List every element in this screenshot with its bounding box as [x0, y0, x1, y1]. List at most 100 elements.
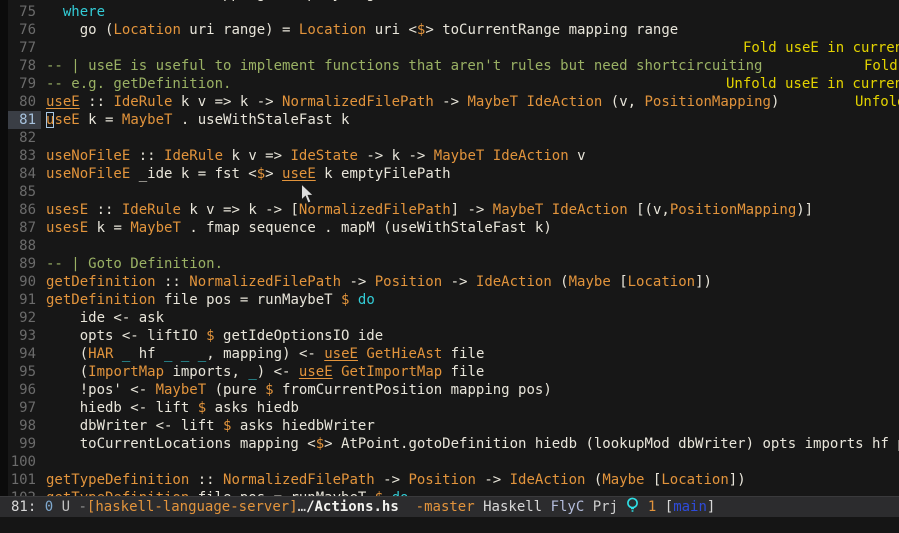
code-token: Maybe	[602, 472, 645, 488]
code-token: )	[770, 94, 780, 110]
code-token: (	[46, 346, 89, 362]
modeline-git-branch: -master	[415, 499, 475, 515]
code-token: PositionMapping	[669, 202, 797, 218]
code-line-76[interactable]: 76 go (Location uri range) = Location ur…	[0, 21, 899, 39]
code-token: $	[315, 436, 325, 452]
code-line-80[interactable]: 80 useE :: IdeRule k v => k -> Normalized…	[0, 93, 899, 111]
code-token: mapping = mapMaybe go	[198, 0, 383, 2]
symbol-link[interactable]: useE	[46, 94, 80, 110]
code-line-83[interactable]: 83 useNoFileE :: IdeRule k v => IdeState …	[0, 147, 899, 165]
code-token: MaybeT	[155, 382, 207, 398]
line-number: 91	[19, 292, 36, 308]
code-line-93[interactable]: 93 opts <- liftIO $ getIdeOptionsIO ide	[0, 327, 899, 345]
code-line-90[interactable]: 90 getDefinition :: NormalizedFilePath ->…	[0, 273, 899, 291]
line-number: 96	[19, 382, 36, 398]
code-line-75[interactable]: 75 where	[0, 3, 899, 21]
code-line-text: -- | useE is useful to implement functio…	[46, 57, 762, 75]
symbol-link[interactable]: useE	[299, 364, 333, 380]
code-line-100[interactable]: 100	[0, 453, 899, 471]
code-line-102[interactable]: 102 getTypeDefinition file pos = runMaybe…	[0, 489, 899, 496]
code-line-text: where	[46, 3, 105, 21]
code-token: _	[197, 346, 207, 362]
line-number: 102	[8, 489, 41, 496]
code-token: hiedb <- lift	[46, 400, 198, 416]
modeline-flycheck: FlyC	[550, 499, 585, 515]
code-line-text: (HAR _ hf _ _ _, mapping) <- useE GetHie…	[46, 345, 485, 363]
code-token: !pos' <-	[46, 382, 156, 398]
line-number: 85	[19, 184, 36, 200]
code-buffer[interactable]: 74toCurrentLocations mapping = mapMaybe …	[0, 0, 899, 496]
code-token: IdeRule	[121, 202, 181, 218]
line-number: 84	[19, 166, 36, 182]
code-line-97[interactable]: 97 hiedb <- lift $ asks hiedb	[0, 399, 899, 417]
modeline-filename: /Actions.hs	[306, 499, 399, 515]
code-lens-action[interactable]: Fold	[864, 57, 898, 75]
lightbulb-icon	[626, 497, 639, 515]
code-line-text: toCurrentLocations mapping <$> AtPoint.g…	[46, 435, 899, 453]
code-token: IdeAction	[492, 148, 569, 164]
modeline-prj: Prj	[592, 499, 619, 515]
code-line-81[interactable]: 81 useE k = MaybeT . useWithStaleFast k	[0, 111, 899, 129]
code-line-89[interactable]: 89 -- | Goto Definition.	[0, 255, 899, 273]
code-line-98[interactable]: 98 dbWriter <- lift $ asks hiedbWriter	[0, 417, 899, 435]
code-lens-action[interactable]: Unfold useE in current	[726, 75, 899, 93]
minibuffer[interactable]	[0, 517, 899, 533]
code-line-78[interactable]: 78 -- | useE is useful to implement funct…	[0, 57, 899, 75]
code-token: ::	[155, 274, 190, 290]
line-number: 80	[19, 94, 36, 110]
code-token: ide <- ask	[46, 310, 165, 326]
code-line-91[interactable]: 91 getDefinition file pos = runMaybeT $ d…	[0, 291, 899, 309]
code-line-84[interactable]: 84 useNoFileE _ide k = fst <$> useE k emp…	[0, 165, 899, 183]
code-line-text: getDefinition file pos = runMaybeT $ do	[46, 291, 375, 309]
code-line-85[interactable]: 85	[0, 183, 899, 201]
symbol-link[interactable]: useE	[324, 346, 358, 362]
emacs-editor-window: 74toCurrentLocations mapping = mapMaybe …	[0, 0, 899, 533]
code-token: -- | useE is useful to implement functio…	[46, 58, 763, 74]
modeline-text	[399, 499, 416, 515]
code-token: v	[568, 148, 586, 164]
code-token: , mapping) <-	[206, 346, 325, 362]
modeline-text: [	[664, 499, 674, 515]
code-line-101[interactable]: 101 getTypeDefinition :: NormalizedFilePa…	[0, 471, 899, 489]
code-line-95[interactable]: 95 (ImportMap imports, _) <- useE GetImp…	[0, 363, 899, 381]
code-token: NormalizedFilePath	[298, 202, 451, 218]
line-number: 88	[19, 238, 36, 254]
symbol-link[interactable]: useE	[282, 166, 316, 182]
code-token: dbWriter <- lift	[46, 418, 224, 434]
code-lens-action[interactable]: Unfold	[855, 93, 899, 111]
code-token: -- | Goto Definition.	[46, 256, 224, 272]
code-token: _	[248, 364, 257, 380]
line-number: 75	[19, 4, 36, 20]
code-line-87[interactable]: 87 usesE k = MaybeT . fmap sequence . map…	[0, 219, 899, 237]
modeline-workspace: main	[673, 499, 707, 515]
code-token: useNoFileE	[46, 148, 131, 164]
code-line-88[interactable]: 88	[0, 237, 899, 255]
code-token: $	[265, 382, 274, 398]
code-token: ])	[728, 472, 746, 488]
code-line-99[interactable]: 99 toCurrentLocations mapping <$> AtPoin…	[0, 435, 899, 453]
code-token: k emptyFilePath	[315, 166, 451, 182]
code-token: k v => k -> [	[180, 202, 299, 218]
code-token: ])	[695, 274, 712, 290]
code-line-text: -- | Goto Definition.	[46, 255, 223, 273]
modeline-text: ]	[706, 499, 716, 515]
code-token: IdeState	[290, 148, 358, 164]
code-line-96[interactable]: 96 !pos' <- MaybeT (pure $ fromCurrentPo…	[0, 381, 899, 399]
code-token: opts <- liftIO	[46, 328, 207, 344]
code-token: ->	[475, 472, 510, 488]
code-line-86[interactable]: 86 usesE :: IdeRule k v => k -> [Normaliz…	[0, 201, 899, 219]
code-token: $	[197, 400, 207, 416]
code-token: file	[442, 346, 485, 362]
code-token: GetHieAst	[366, 346, 443, 362]
code-line-92[interactable]: 92 ide <- ask	[0, 309, 899, 327]
code-token: . useWithStaleFast k	[172, 112, 350, 128]
code-line-94[interactable]: 94 (HAR _ hf _ _ _, mapping) <- useE Get…	[0, 345, 899, 363]
code-token: k =	[79, 112, 122, 128]
code-token: ->	[341, 274, 375, 290]
code-token: > AtPoint.gotoDefinition hiedb (lookupMo…	[324, 436, 899, 452]
code-line-82[interactable]: 82	[0, 129, 899, 147]
code-lens-action[interactable]: Fold useE in current	[743, 39, 899, 57]
